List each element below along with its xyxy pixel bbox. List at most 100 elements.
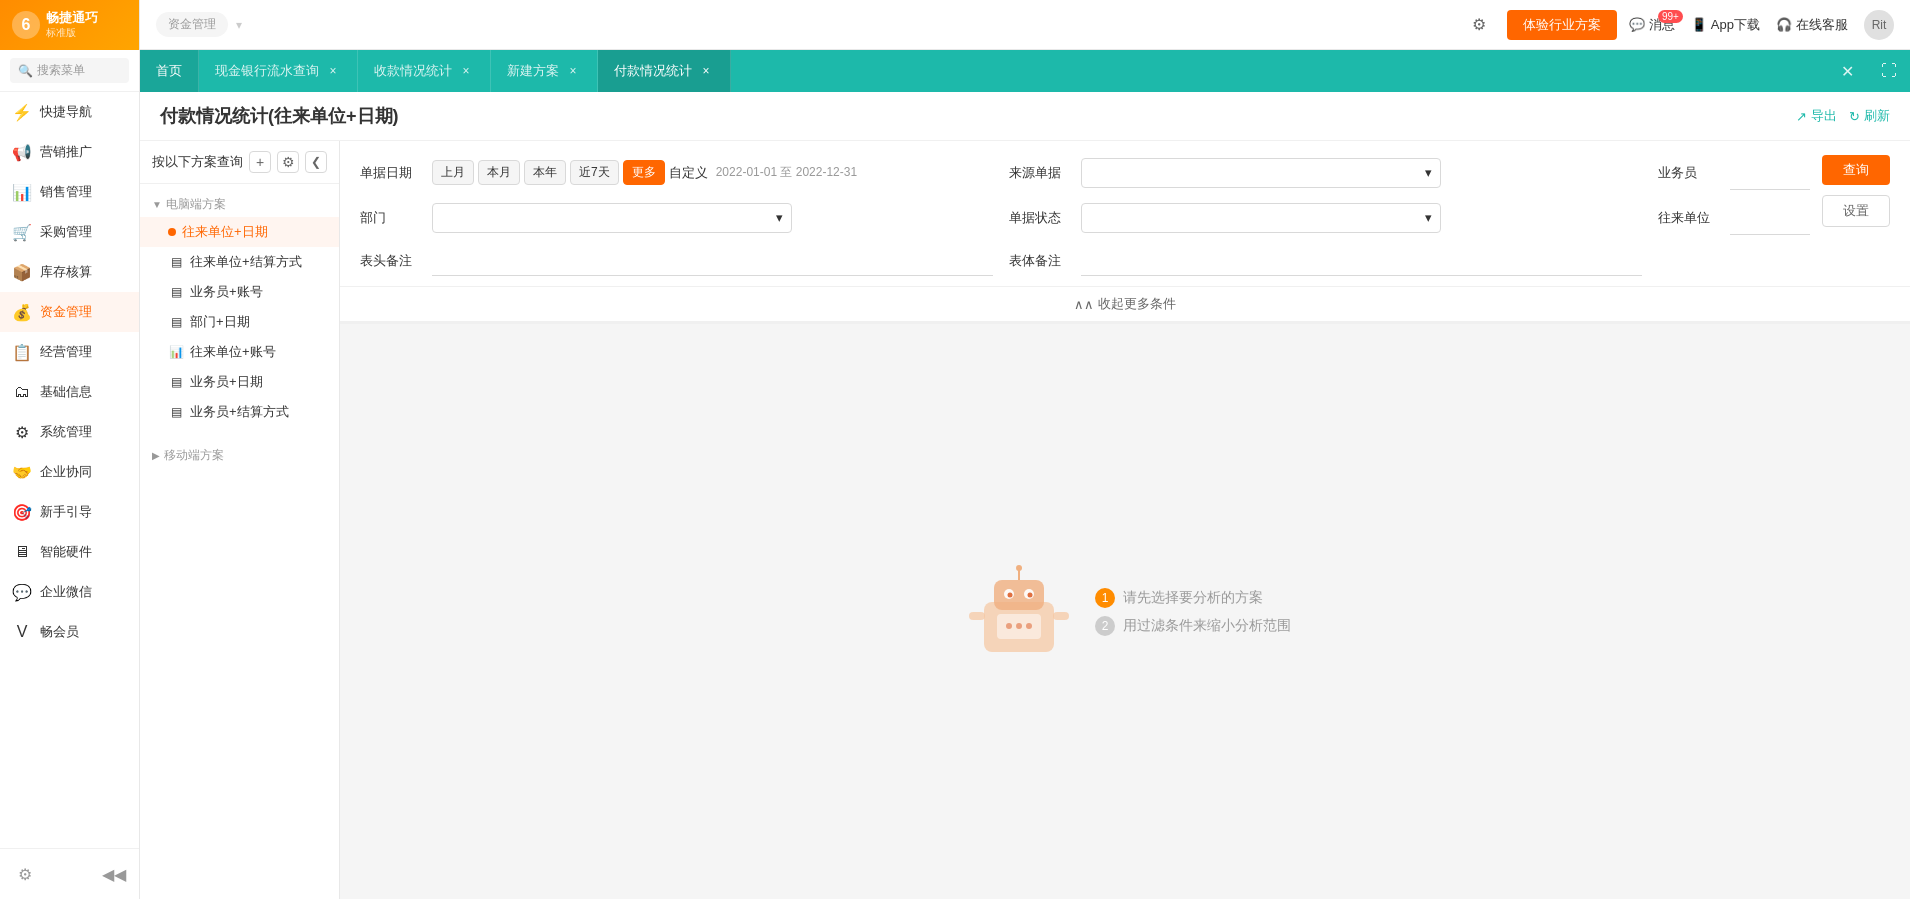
date-btn-this-month[interactable]: 本月 xyxy=(478,160,520,185)
date-btn-this-year[interactable]: 本年 xyxy=(524,160,566,185)
source-select[interactable]: ▾ xyxy=(1081,158,1441,188)
sidebar-item-basic-info[interactable]: 🗂 基础信息 xyxy=(0,372,139,412)
online-service-btn[interactable]: 🎧 在线客服 xyxy=(1776,16,1848,34)
sidebar-item-purchase[interactable]: 🛒 采购管理 xyxy=(0,212,139,252)
query-btn[interactable]: 查询 xyxy=(1822,155,1890,185)
export-icon: ↗ xyxy=(1796,109,1807,124)
sidebar-collapse-btn[interactable]: ◀◀ xyxy=(99,859,129,889)
nav-label-basic-info: 基础信息 xyxy=(40,383,92,401)
nav-icon-sales: 📊 xyxy=(12,182,32,202)
scheme-item-partner-account[interactable]: 📊往来单位+账号 xyxy=(140,337,339,367)
tab-payment-stats[interactable]: 付款情况统计× xyxy=(598,50,731,92)
export-btn[interactable]: ↗ 导出 xyxy=(1796,107,1837,125)
voucher-status-chevron-icon: ▾ xyxy=(1425,210,1432,225)
custom-date-label[interactable]: 自定义 xyxy=(669,164,708,182)
user-avatar[interactable]: Rit xyxy=(1864,10,1894,40)
sidebar-item-guide[interactable]: 🎯 新手引导 xyxy=(0,492,139,532)
nav-icon-enterprise: 🤝 xyxy=(12,462,32,482)
nav-icon-inventory: 📦 xyxy=(12,262,32,282)
dept-select[interactable]: ▾ xyxy=(432,203,792,233)
sidebar-item-system[interactable]: ⚙ 系统管理 xyxy=(0,412,139,452)
date-filter-label: 单据日期 xyxy=(360,164,416,182)
nav-icon-wechat: 💬 xyxy=(12,582,32,602)
tab-close-cash-bank[interactable]: × xyxy=(325,63,341,79)
sidebar-item-quick-nav[interactable]: ⚡ 快捷导航 xyxy=(0,92,139,132)
scheme-item-icon-partner-account: 📊 xyxy=(168,344,184,360)
sidebar-item-vip[interactable]: V 畅会员 xyxy=(0,612,139,652)
svg-rect-1 xyxy=(994,580,1044,610)
tab-close-all-btn[interactable]: ✕ xyxy=(1826,50,1868,92)
note-header-input[interactable] xyxy=(432,245,832,275)
scheme-item-salesman-settle[interactable]: ▤业务员+结算方式 xyxy=(140,397,339,427)
logo-icon: 6 xyxy=(12,11,40,39)
note-header-label: 表头备注 xyxy=(360,252,416,270)
scheme-item-icon-dept-date: ▤ xyxy=(168,314,184,330)
scheme-settings-btn[interactable]: ⚙ xyxy=(277,151,299,173)
empty-tip-1: 1 请先选择要分析的方案 xyxy=(1095,588,1291,608)
sidebar-item-enterprise[interactable]: 🤝 企业协同 xyxy=(0,452,139,492)
nav-icon-smart-hw: 🖥 xyxy=(12,542,32,562)
tab-home[interactable]: 首页 xyxy=(140,50,199,92)
service-icon: 🎧 xyxy=(1776,17,1792,32)
header-settings-btn[interactable]: ⚙ xyxy=(1463,9,1495,41)
scheme-item-salesman-date[interactable]: ▤业务员+日期 xyxy=(140,367,339,397)
tip-num-1: 1 xyxy=(1095,588,1115,608)
date-presets-row: 上月 本月 本年 近7天 更多 自定义 2022-01-01 至 2022-12… xyxy=(432,160,993,185)
main-right: 单据日期 上月 本月 本年 近7天 更多 自定义 2022-01-01 至 20… xyxy=(340,141,1910,899)
scheme-collapse-btn[interactable]: ❮ xyxy=(305,151,327,173)
app-download-btn[interactable]: 📱 App下载 xyxy=(1691,16,1760,34)
nav-icon-guide: 🎯 xyxy=(12,502,32,522)
collapse-more-bar[interactable]: ∧∧ 收起更多条件 xyxy=(340,286,1910,321)
app-download-label: App下载 xyxy=(1711,16,1760,34)
tab-receipt-stats[interactable]: 收款情况统计 × xyxy=(358,50,491,92)
tab-close-new-scheme[interactable]: × xyxy=(565,63,581,79)
date-btn-last7[interactable]: 近7天 xyxy=(570,160,619,185)
sidebar-item-operation[interactable]: 📋 经营管理 xyxy=(0,332,139,372)
trial-btn[interactable]: 体验行业方案 xyxy=(1507,10,1617,40)
sidebar-settings-btn[interactable]: ⚙ xyxy=(10,859,40,889)
scheme-item-salesman-account[interactable]: ▤业务员+账号 xyxy=(140,277,339,307)
search-menu-area[interactable]: 🔍 搜索菜单 xyxy=(0,50,139,92)
note-body-input[interactable] xyxy=(1081,245,1481,275)
messages-btn[interactable]: 💬 消息 99+ xyxy=(1629,16,1675,34)
tab-new-scheme[interactable]: 新建方案× xyxy=(491,50,598,92)
tab-fullscreen-btn[interactable]: ⛶ xyxy=(1868,50,1910,92)
sidebar-item-sales[interactable]: 📊 销售管理 xyxy=(0,172,139,212)
sidebar-item-marketing[interactable]: 📢 营销推广 xyxy=(0,132,139,172)
tab-cash-bank[interactable]: 现金银行流水查询× xyxy=(199,50,358,92)
svg-point-5 xyxy=(1028,592,1033,597)
scheme-item-label-partner-settle: 往来单位+结算方式 xyxy=(190,253,302,271)
scheme-section-arrow-mobile: ▶ xyxy=(152,450,160,461)
refresh-icon: ↻ xyxy=(1849,109,1860,124)
note-body-label: 表体备注 xyxy=(1009,252,1065,270)
date-btn-more[interactable]: 更多 xyxy=(623,160,665,185)
tab-close-receipt-stats[interactable]: × xyxy=(458,63,474,79)
message-icon: 💬 xyxy=(1629,17,1645,32)
online-service-label: 在线客服 xyxy=(1796,16,1848,34)
scheme-section-title-pc[interactable]: ▼电脑端方案 xyxy=(140,192,339,217)
tab-close-payment-stats[interactable]: × xyxy=(698,63,714,79)
voucher-status-label: 单据状态 xyxy=(1009,209,1065,227)
page-content: 付款情况统计(往来单位+日期) ↗ 导出 ↻ 刷新 按以下方案查询 + xyxy=(140,92,1910,899)
nav-icon-marketing: 📢 xyxy=(12,142,32,162)
sidebar-item-inventory[interactable]: 📦 库存核算 xyxy=(0,252,139,292)
refresh-btn[interactable]: ↻ 刷新 xyxy=(1849,107,1890,125)
search-menu-btn[interactable]: 🔍 搜索菜单 xyxy=(10,58,129,83)
date-btn-last-month[interactable]: 上月 xyxy=(432,160,474,185)
scheme-panel-header: 按以下方案查询 + ⚙ ❮ xyxy=(140,141,339,184)
sidebar-item-capital[interactable]: 💰 资金管理 xyxy=(0,292,139,332)
sidebar-item-smart-hw[interactable]: 🖥 智能硬件 xyxy=(0,532,139,572)
scheme-item-partner-settle[interactable]: ▤往来单位+结算方式 xyxy=(140,247,339,277)
scheme-item-partner-date[interactable]: 往来单位+日期 xyxy=(140,217,339,247)
nav-icon-operation: 📋 xyxy=(12,342,32,362)
sidebar-item-wechat[interactable]: 💬 企业微信 xyxy=(0,572,139,612)
scheme-section-mobile: ▶移动端方案 xyxy=(140,435,339,476)
scheme-add-btn[interactable]: + xyxy=(249,151,271,173)
scheme-item-dept-date[interactable]: ▤部门+日期 xyxy=(140,307,339,337)
voucher-status-select[interactable]: ▾ xyxy=(1081,203,1441,233)
filter-settings-btn[interactable]: 设置 xyxy=(1822,195,1890,227)
nav-icon-capital: 💰 xyxy=(12,302,32,322)
filter-action-btns: 查询 设置 xyxy=(1822,155,1890,227)
tab-label-receipt-stats: 收款情况统计 xyxy=(374,62,452,80)
scheme-section-title-mobile[interactable]: ▶移动端方案 xyxy=(140,443,339,468)
